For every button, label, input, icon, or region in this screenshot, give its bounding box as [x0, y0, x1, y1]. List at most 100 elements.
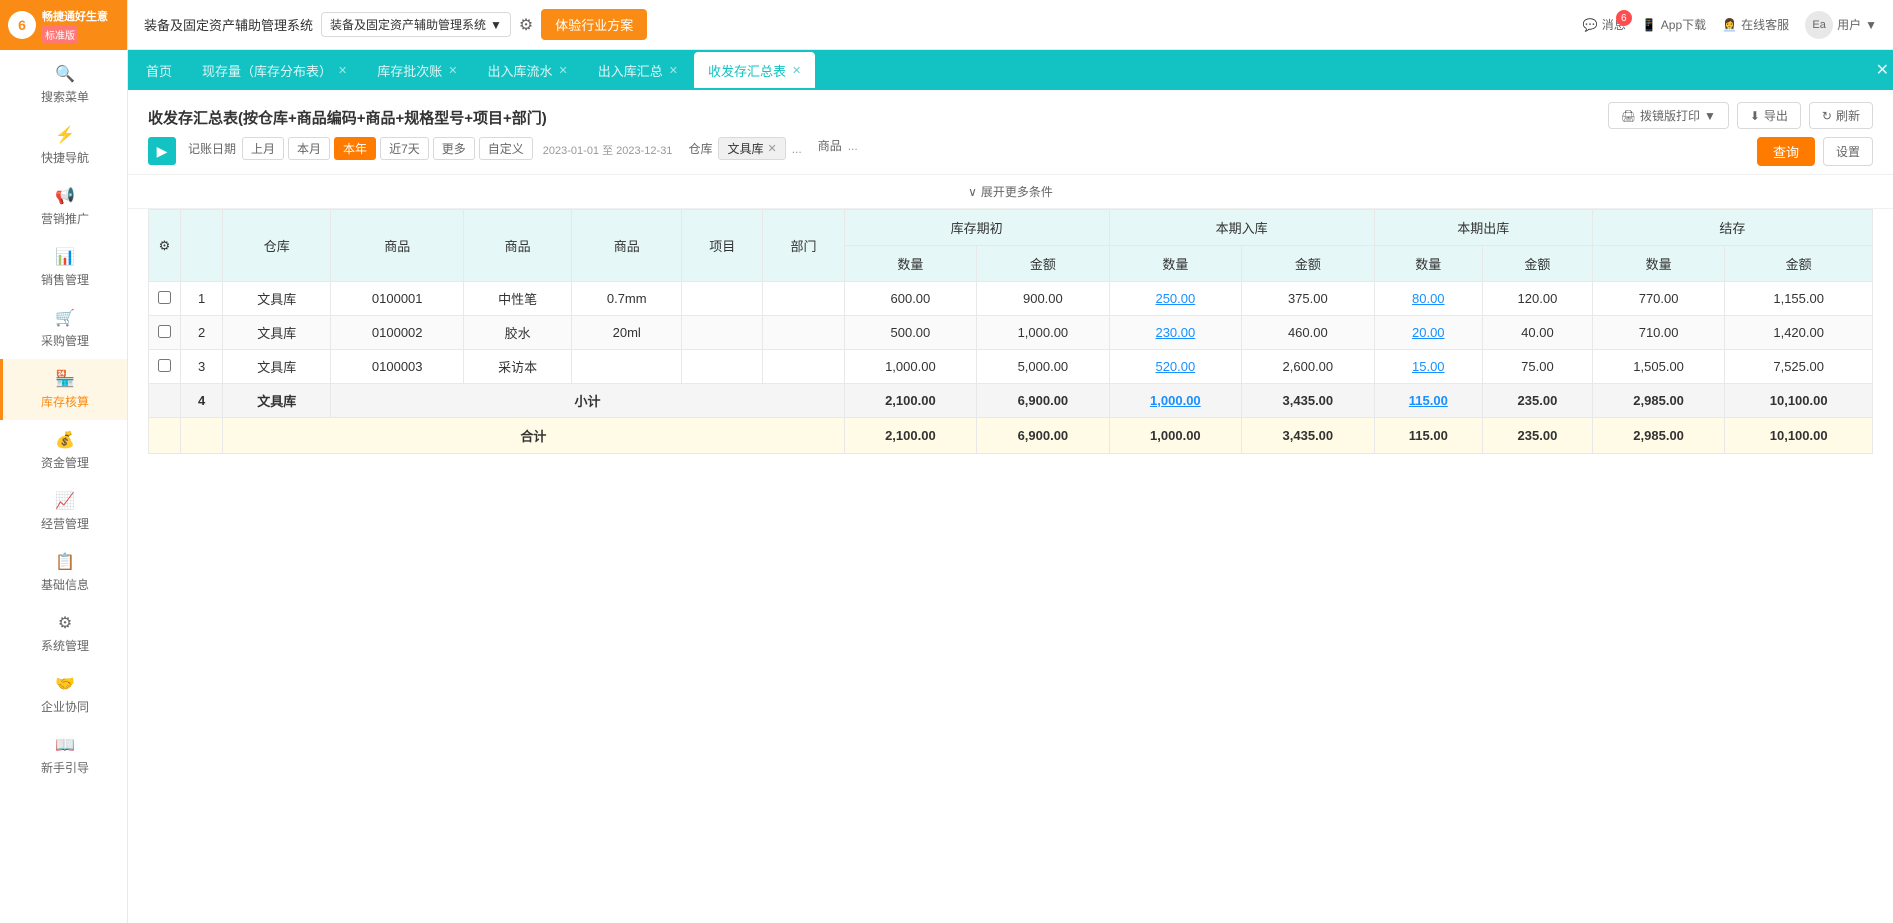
row-out-qty[interactable]: 15.00 — [1374, 350, 1482, 384]
row-in-qty[interactable]: 520.00 — [1109, 350, 1241, 384]
query-button[interactable]: 查询 — [1757, 137, 1815, 166]
try-industry-button[interactable]: 体验行业方案 — [541, 9, 647, 40]
row-goods-name: 采访本 — [463, 350, 571, 384]
logo-icon: 6 — [8, 11, 36, 39]
sidebar-item-purchase[interactable]: 🛒 采购管理 — [0, 298, 127, 359]
tab-close-icon[interactable]: ✕ — [448, 64, 457, 77]
date-btn-this-year[interactable]: 本年 — [334, 137, 376, 160]
date-btn-custom[interactable]: 自定义 — [479, 137, 533, 160]
tab-close-icon[interactable]: ✕ — [559, 64, 568, 77]
sidebar-item-finance[interactable]: 💰 资金管理 — [0, 420, 127, 481]
chevron-down-icon: ▼ — [1865, 18, 1877, 32]
main-area: 装备及固定资产辅助管理系统 装备及固定资产辅助管理系统 ▼ ⚙ 体验行业方案 💬… — [128, 0, 1893, 923]
tab-recv-send-summary[interactable]: 收发存汇总表 ✕ — [694, 52, 815, 88]
row-goods-spec: 20ml — [572, 316, 682, 350]
th-opening: 库存期初 — [844, 210, 1109, 246]
tab-home[interactable]: 首页 — [132, 52, 186, 88]
th-out-qty: 数量 — [1374, 246, 1482, 282]
chevron-down-icon: ∨ — [968, 185, 977, 199]
sidebar-item-inventory[interactable]: 🏪 库存核算 — [0, 359, 127, 420]
row-project — [682, 316, 763, 350]
tab-batch-account[interactable]: 库存批次账 ✕ — [363, 52, 471, 88]
message-button[interactable]: 💬 消息 6 — [1583, 16, 1626, 33]
tab-close-icon[interactable]: ✕ — [669, 64, 678, 77]
expand-more-button[interactable]: ∨ 展开更多条件 — [148, 179, 1873, 204]
top-header: 装备及固定资产辅助管理系统 装备及固定资产辅助管理系统 ▼ ⚙ 体验行业方案 💬… — [128, 0, 1893, 50]
th-out-amt: 金额 — [1482, 246, 1592, 282]
subtotal-out-qty[interactable]: 115.00 — [1374, 384, 1482, 418]
finance-icon: 💰 — [55, 430, 75, 450]
date-btn-more[interactable]: 更多 — [433, 137, 475, 160]
row-no: 1 — [181, 282, 223, 316]
goods-more-button[interactable]: ... — [848, 139, 858, 153]
filter-controls: 记账日期 上月 本月 本年 近7天 更多 自定义 2023-01-01 至 20… — [188, 137, 1873, 166]
total-open-qty: 2,100.00 — [844, 418, 976, 454]
row-in-qty[interactable]: 250.00 — [1109, 282, 1241, 316]
row-checkbox[interactable] — [149, 282, 181, 316]
tab-close-icon[interactable]: ✕ — [792, 64, 801, 77]
system-select[interactable]: 装备及固定资产辅助管理系统 ▼ — [321, 12, 511, 37]
sidebar-item-system[interactable]: ⚙ 系统管理 — [0, 603, 127, 664]
date-btn-7days[interactable]: 近7天 — [380, 137, 429, 160]
sidebar-logo: 6 畅捷通好生意 标准版 — [0, 0, 127, 50]
page-title: 收发存汇总表(按仓库+商品编码+商品+规格型号+项目+部门) — [148, 103, 547, 128]
sidebar-item-label: 营销推广 — [41, 210, 89, 227]
th-outbound: 本期出库 — [1374, 210, 1592, 246]
column-settings-icon[interactable]: ⚙ — [159, 238, 171, 253]
row-close-amt: 1,155.00 — [1725, 282, 1873, 316]
print-icon: 🖨 — [1621, 109, 1636, 123]
tab-inout-flow[interactable]: 出入库流水 ✕ — [473, 52, 581, 88]
tab-inventory-dist[interactable]: 现存量（库存分布表） ✕ — [188, 52, 361, 88]
system-title: 装备及固定资产辅助管理系统 — [144, 15, 313, 34]
sidebar-item-marketing[interactable]: 📢 营销推广 — [0, 176, 127, 237]
data-table: ⚙ 仓库 商品 商品 商品 项目 部门 库存期初 本期入库 本期出库 结存 — [148, 209, 1873, 454]
gear-icon[interactable]: ⚙ — [519, 15, 533, 35]
row-close-qty: 710.00 — [1592, 316, 1724, 350]
export-button[interactable]: ⬇ 导出 — [1737, 102, 1801, 129]
date-btn-last-month[interactable]: 上月 — [242, 137, 284, 160]
warehouse-tag-close[interactable]: ✕ — [767, 142, 776, 155]
close-all-tabs-button[interactable]: ✕ — [1876, 60, 1889, 80]
sidebar-item-basic-info[interactable]: 📋 基础信息 — [0, 542, 127, 603]
settings-button[interactable]: 设置 — [1823, 137, 1873, 166]
sidebar-item-search[interactable]: 🔍 搜索菜单 — [0, 54, 127, 115]
filter-toggle-button[interactable]: ▶ — [148, 137, 176, 165]
date-btn-this-month[interactable]: 本月 — [288, 137, 330, 160]
sidebar-item-quicknav[interactable]: ⚡ 快捷导航 — [0, 115, 127, 176]
refresh-button[interactable]: ↻ 刷新 — [1809, 102, 1873, 129]
sidebar: 6 畅捷通好生意 标准版 🔍 搜索菜单 ⚡ 快捷导航 📢 营销推广 📊 销售管理… — [0, 0, 128, 923]
row-out-qty[interactable]: 20.00 — [1374, 316, 1482, 350]
warehouse-more-button[interactable]: ... — [792, 142, 802, 156]
row-out-qty[interactable]: 80.00 — [1374, 282, 1482, 316]
row-in-qty[interactable]: 230.00 — [1109, 316, 1241, 350]
online-service-button[interactable]: 👩‍💼 在线客服 — [1722, 16, 1789, 33]
sidebar-item-label: 经营管理 — [41, 515, 89, 532]
row-checkbox[interactable] — [149, 350, 181, 384]
page-header-row: 收发存汇总表(按仓库+商品编码+商品+规格型号+项目+部门) 🖨 拨镜版打印 ▼… — [128, 90, 1893, 129]
th-goods-name: 商品 — [463, 210, 571, 282]
subtotal-open-amt: 6,900.00 — [977, 384, 1109, 418]
message-icon: 💬 — [1583, 18, 1598, 32]
row-goods-name: 中性笔 — [463, 282, 571, 316]
purchase-icon: 🛒 — [55, 308, 75, 328]
sidebar-item-sales[interactable]: 📊 销售管理 — [0, 237, 127, 298]
inventory-icon: 🏪 — [55, 369, 75, 389]
date-filter-group: 记账日期 上月 本月 本年 近7天 更多 自定义 2023-01-01 至 20… — [188, 137, 672, 160]
sidebar-item-guide[interactable]: 📖 新手引导 — [0, 725, 127, 786]
warehouse-filter-group: 仓库 文具库 ✕ ... — [688, 137, 801, 160]
user-menu[interactable]: Ea 用户 ▼ — [1805, 11, 1877, 39]
tab-close-icon[interactable]: ✕ — [338, 64, 347, 77]
print-button[interactable]: 🖨 拨镜版打印 ▼ — [1608, 102, 1729, 129]
tab-inout-summary[interactable]: 出入库汇总 ✕ — [584, 52, 692, 88]
warehouse-filter-label: 仓库 — [688, 140, 712, 157]
subtotal-in-qty[interactable]: 1,000.00 — [1109, 384, 1241, 418]
export-icon: ⬇ — [1750, 109, 1760, 123]
row-checkbox[interactable] — [149, 316, 181, 350]
row-goods-code: 0100002 — [331, 316, 464, 350]
settings-col-header[interactable]: ⚙ — [149, 210, 181, 282]
th-closing: 结存 — [1592, 210, 1872, 246]
sidebar-item-operations[interactable]: 📈 经营管理 — [0, 481, 127, 542]
table-row: 1 文具库 0100001 中性笔 0.7mm 600.00 900.00 25… — [149, 282, 1873, 316]
sidebar-item-cooperation[interactable]: 🤝 企业协同 — [0, 664, 127, 725]
app-download-button[interactable]: 📱 App下载 — [1642, 16, 1706, 33]
